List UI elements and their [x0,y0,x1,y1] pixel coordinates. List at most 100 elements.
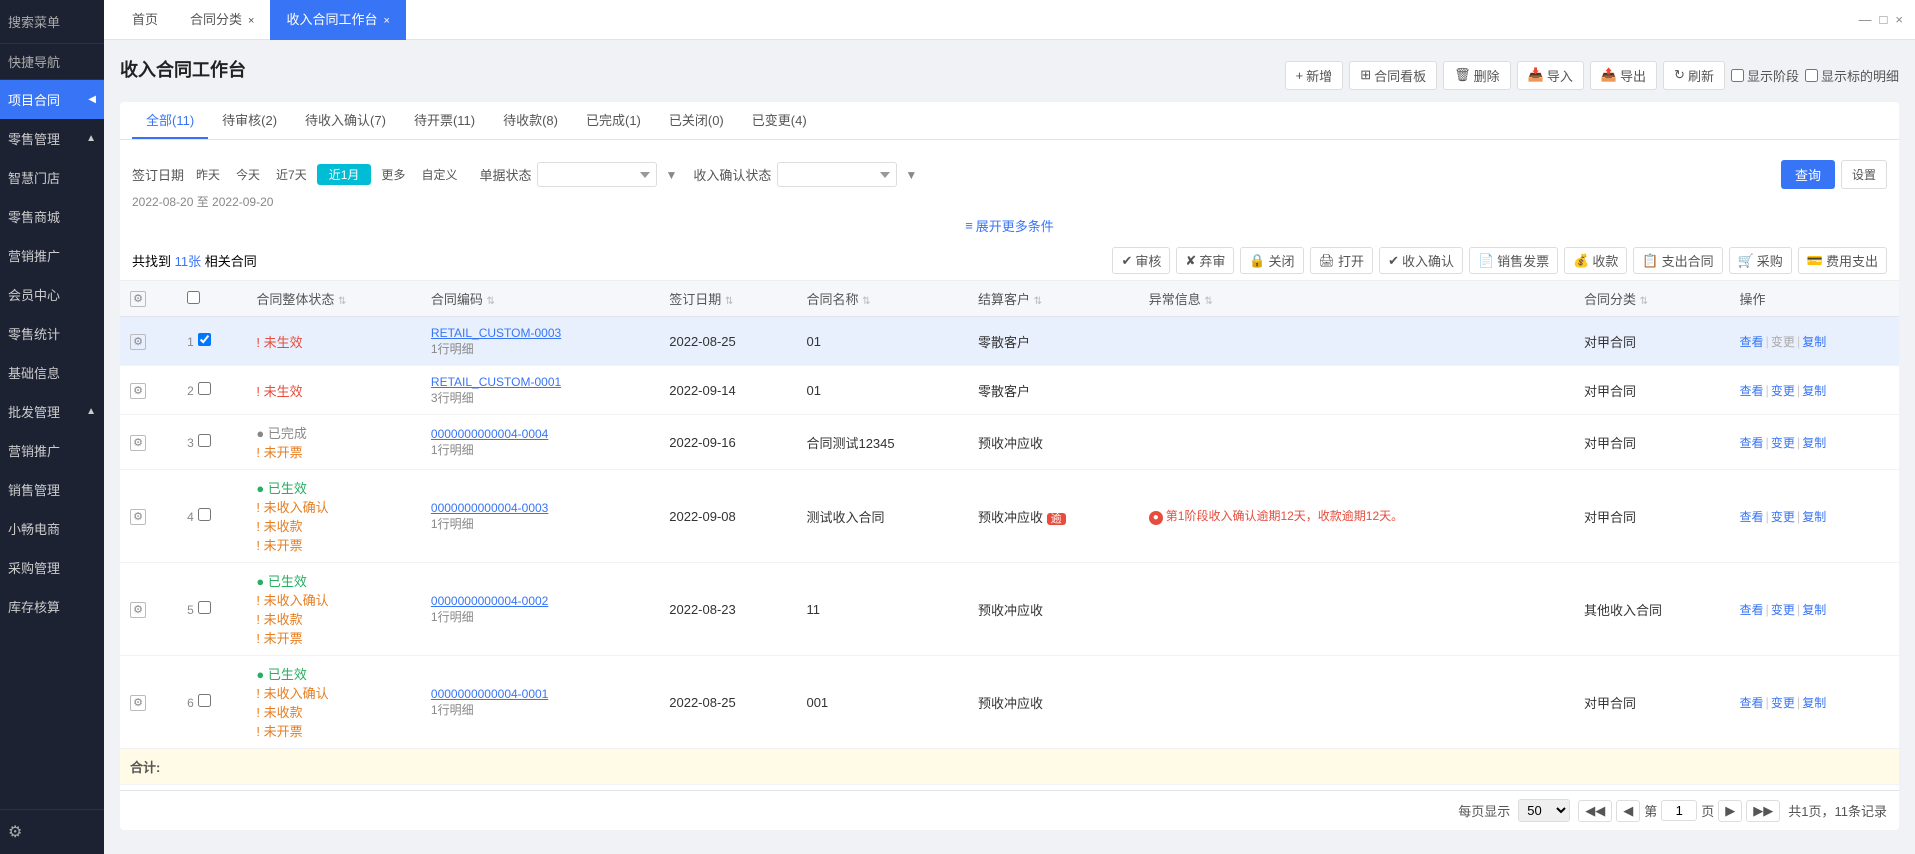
action-变更[interactable]: 变更 [1771,696,1795,710]
page-input[interactable] [1661,800,1697,821]
action-复制[interactable]: 复制 [1802,696,1826,710]
action-变更[interactable]: 变更 [1771,436,1795,450]
panel-button[interactable]: ⊞合同看板 [1349,61,1437,90]
row-checkbox[interactable] [198,694,211,707]
sidebar-item-零售管理[interactable]: 零售管理▲ [0,119,104,158]
expand-button[interactable]: ≡ 展开更多条件 [965,216,1054,235]
contract-code-link[interactable]: 0000000000004-0003 [431,501,548,515]
filter-tab-待收入确认(7)[interactable]: 待收入确认(7) [291,102,400,139]
action-复制[interactable]: 复制 [1802,335,1826,349]
sidebar-item-零售商城[interactable]: 零售商城 [0,197,104,236]
action-查看[interactable]: 查看 [1739,696,1763,710]
collect-toolbar-btn[interactable]: 💰收款 [1564,247,1627,274]
sidebar-item-销售管理[interactable]: 销售管理 [0,470,104,509]
delete-button[interactable]: 🗑删除 [1443,61,1511,90]
action-变更[interactable]: 变更 [1771,384,1795,398]
sidebar-item-营销推广[interactable]: 营销推广 [0,431,104,470]
contract-code-link[interactable]: RETAIL_CUSTOM-0003 [431,326,561,340]
maximize-btn[interactable]: □ [1880,12,1888,27]
action-查看[interactable]: 查看 [1739,436,1763,450]
row-checkbox[interactable] [198,333,211,346]
sidebar-item-库存核算[interactable]: 库存核算 [0,587,104,626]
column-settings-icon[interactable]: ⚙ [130,291,146,307]
action-复制[interactable]: 复制 [1802,384,1826,398]
sidebar-item-智慧门店[interactable]: 智慧门店 [0,158,104,197]
query-button[interactable]: 查询 [1781,160,1835,189]
tab-close-btn[interactable]: × [383,15,389,27]
audit-toolbar-btn[interactable]: ✔审核 [1112,247,1170,274]
row-settings-icon[interactable]: ⚙ [130,602,146,618]
action-查看[interactable]: 查看 [1739,384,1763,398]
contract-code-link[interactable]: RETAIL_CUSTOM-0001 [431,375,561,389]
action-变更[interactable]: 变更 [1771,510,1795,524]
prev-page-btn[interactable]: ◀ [1616,800,1640,822]
sidebar-search[interactable]: 搜索菜单 [0,0,104,44]
action-查看[interactable]: 查看 [1739,510,1763,524]
doc-status-select[interactable] [537,162,657,187]
filter-tab-待审核(2)[interactable]: 待审核(2) [208,102,291,139]
filter-tab-已关闭(0)[interactable]: 已关闭(0) [655,102,738,139]
out_contract-toolbar-btn[interactable]: 📋支出合同 [1633,247,1722,274]
sidebar-item-会员中心[interactable]: 会员中心 [0,275,104,314]
settings-button[interactable]: 设置 [1841,160,1887,189]
sidebar-item-基础信息[interactable]: 基础信息 [0,353,104,392]
row-checkbox[interactable] [198,382,211,395]
date-option-近1月[interactable]: 近1月 [317,164,372,185]
abandon-toolbar-btn[interactable]: ✘弃审 [1176,247,1234,274]
minimize-btn[interactable]: — [1859,12,1872,27]
contract-code-link[interactable]: 0000000000004-0004 [431,427,548,441]
row-settings-icon[interactable]: ⚙ [130,334,146,350]
sidebar-item-零售统计[interactable]: 零售统计 [0,314,104,353]
gear-icon[interactable]: ⚙ [8,824,22,841]
tab-首页[interactable]: 首页 [116,0,174,40]
row-settings-icon[interactable]: ⚙ [130,509,146,525]
show_cols-checkbox[interactable] [1731,69,1744,82]
filter-tab-全部(11)[interactable]: 全部(11) [132,102,208,139]
contract-code-link[interactable]: 0000000000004-0002 [431,594,548,608]
date-option-自定义[interactable]: 自定义 [415,164,463,185]
row-settings-icon[interactable]: ⚙ [130,383,146,399]
row-checkbox[interactable] [198,601,211,614]
print-toolbar-btn[interactable]: 🖨打开 [1310,247,1374,274]
refresh-button[interactable]: ↻刷新 [1663,61,1725,90]
first-page-btn[interactable]: ◀◀ [1578,800,1612,822]
next-page-btn[interactable]: ▶ [1718,800,1742,822]
select-all-checkbox[interactable] [187,291,200,304]
purchase-toolbar-btn[interactable]: 🛒采购 [1729,247,1792,274]
date-option-更多[interactable]: 更多 [375,164,411,185]
date-option-今天[interactable]: 今天 [230,164,266,185]
filter-tab-待收款(8)[interactable]: 待收款(8) [489,102,572,139]
sidebar-item-项目合同[interactable]: 项目合同◀ [0,80,104,119]
income_confirm-toolbar-btn[interactable]: ✔收入确认 [1379,247,1463,274]
row-checkbox[interactable] [198,434,211,447]
tab-合同分类[interactable]: 合同分类× [174,0,270,40]
contract-code-link[interactable]: 0000000000004-0001 [431,687,548,701]
add-button[interactable]: +新增 [1285,61,1344,90]
sidebar-item-批发管理[interactable]: 批发管理▲ [0,392,104,431]
action-复制[interactable]: 复制 [1802,436,1826,450]
row-settings-icon[interactable]: ⚙ [130,435,146,451]
sales_invoice-toolbar-btn[interactable]: 📄销售发票 [1469,247,1558,274]
sidebar-nav[interactable]: 快捷导航 [0,44,104,80]
filter-tab-已变更(4)[interactable]: 已变更(4) [738,102,821,139]
row-checkbox[interactable] [198,508,211,521]
close-toolbar-btn[interactable]: 🔒关闭 [1240,247,1303,274]
action-变更[interactable]: 变更 [1771,603,1795,617]
sidebar-item-采购管理[interactable]: 采购管理 [0,548,104,587]
export-button[interactable]: 📤导出 [1590,61,1657,90]
sidebar-item-营销推广[interactable]: 营销推广 [0,236,104,275]
filter-tab-待开票(11)[interactable]: 待开票(11) [400,102,489,139]
tab-close-btn[interactable]: × [248,15,254,27]
expense-toolbar-btn[interactable]: 💳费用支出 [1798,247,1887,274]
import-button[interactable]: 📥导入 [1517,61,1584,90]
last-page-btn[interactable]: ▶▶ [1746,800,1780,822]
row-settings-icon[interactable]: ⚙ [130,695,146,711]
action-查看[interactable]: 查看 [1739,335,1763,349]
date-option-昨天[interactable]: 昨天 [190,164,226,185]
action-查看[interactable]: 查看 [1739,603,1763,617]
action-复制[interactable]: 复制 [1802,510,1826,524]
income-status-select[interactable] [777,162,897,187]
show_detail-checkbox[interactable] [1805,69,1818,82]
tab-收入合同工作台[interactable]: 收入合同工作台× [270,0,405,40]
close-btn[interactable]: × [1895,12,1903,27]
